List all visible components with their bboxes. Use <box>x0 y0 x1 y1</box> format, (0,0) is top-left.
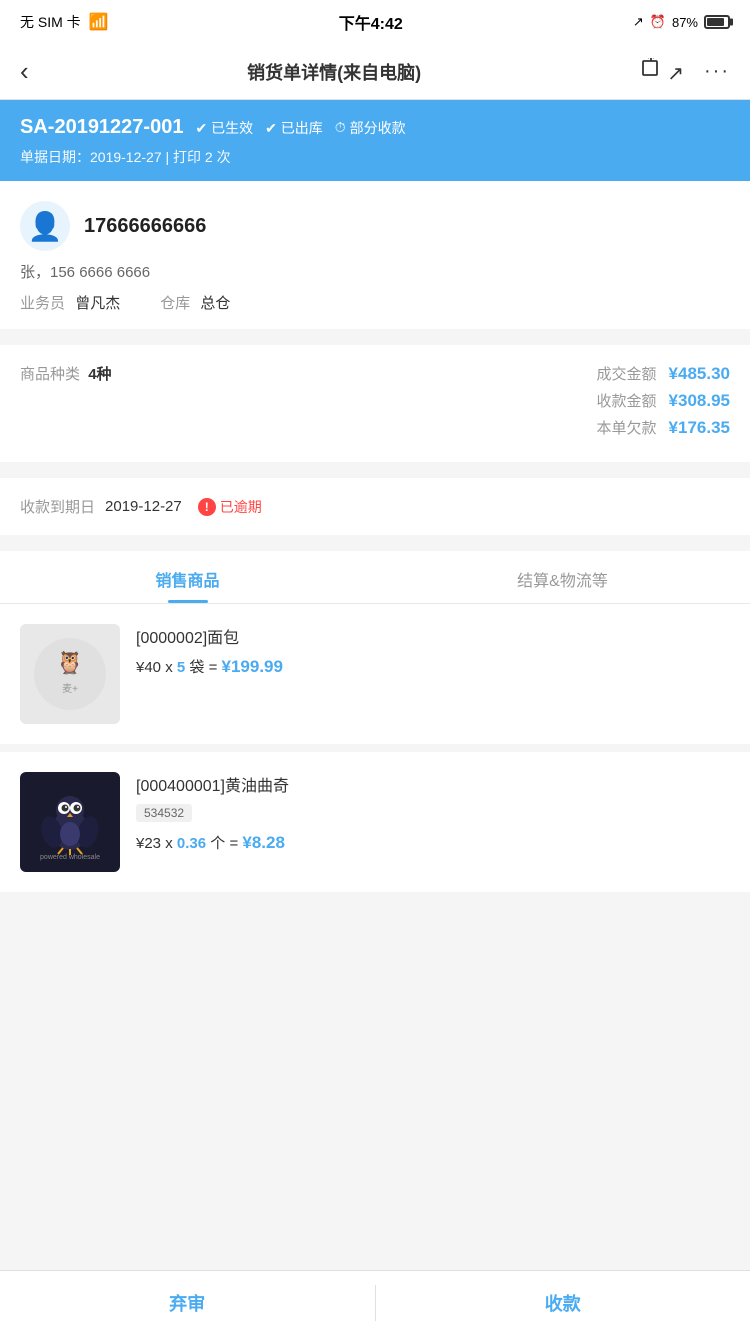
tab-sales-products[interactable]: 销售商品 <box>0 551 375 603</box>
product-price-1: ¥40 x 5 袋 = ¥199.99 <box>136 656 730 677</box>
product-image-1: 🦉 麦+ <box>20 624 120 724</box>
divider-3 <box>0 543 750 551</box>
product-info-2: [000400001]黄油曲奇 534532 ¥23 x 0.36 个 = ¥8… <box>136 772 730 853</box>
product-total-2: ¥8.28 <box>242 833 285 852</box>
salesman-info: 业务员 曾凡杰 <box>20 292 120 313</box>
product-price-2: ¥23 x 0.36 个 = ¥8.28 <box>136 832 730 853</box>
product-tag-2: 534532 <box>136 804 192 822</box>
status-right: ↗ ⏰ 87% <box>633 14 730 30</box>
due-section: 收款到期日 2019-12-27 ! 已逾期 <box>0 478 750 535</box>
order-id: SA-20191227-001 <box>20 116 183 139</box>
battery-icon <box>704 15 730 29</box>
nav-actions: ↗ ··· <box>640 58 730 86</box>
product-image-2: powered wholesale <box>20 772 120 872</box>
salesman-value: 曾凡杰 <box>75 295 120 312</box>
due-value: 2019-12-27 <box>105 498 182 515</box>
badge-partial-payment: ⏱ 部分收款 <box>335 118 406 138</box>
divider-1 <box>0 337 750 345</box>
more-button[interactable]: ··· <box>704 60 730 83</box>
deal-amount-label: 成交金额 <box>597 363 657 384</box>
product-qty-2: 0.36 <box>177 835 206 852</box>
deal-amount-value: ¥485.30 <box>669 364 730 384</box>
location-icon: ↗ <box>633 14 644 30</box>
collected-label: 收款金额 <box>597 390 657 411</box>
carrier-text: 无 SIM 卡 <box>20 12 81 32</box>
bottom-bar: 弃审 收款 <box>0 1270 750 1334</box>
nav-bar: ‹ 销货单详情(来自电脑) ↗ ··· <box>0 44 750 100</box>
product-count-value: 4种 <box>88 366 111 383</box>
status-bar: 无 SIM 卡 📶 下午4:42 ↗ ⏰ 87% <box>0 0 750 44</box>
alarm-icon: ⏰ <box>650 14 666 30</box>
deal-amount-row: 成交金额 ¥485.30 <box>597 363 730 384</box>
battery-percent: 87% <box>672 15 698 30</box>
order-meta: 单据日期：2019-12-27 | 打印 2 次 <box>20 147 730 167</box>
collect-button[interactable]: 收款 <box>376 1271 750 1334</box>
collected-value: ¥308.95 <box>669 391 730 411</box>
wifi-icon: 📶 <box>89 12 109 32</box>
summary-right: 成交金额 ¥485.30 收款金额 ¥308.95 本单欠款 ¥176.35 <box>597 363 730 444</box>
share-button[interactable]: ↗ <box>640 58 684 86</box>
order-print: 打印 2 次 <box>173 149 231 165</box>
product-name-1: [0000002]面包 <box>136 624 730 648</box>
status-time: 下午4:42 <box>339 10 403 34</box>
due-label: 收款到期日 <box>20 496 95 517</box>
order-date: 单据日期：2019-12-27 <box>20 149 162 165</box>
warehouse-label: 仓库 <box>160 295 190 312</box>
salesman-label: 业务员 <box>20 295 65 312</box>
summary-section: 商品种类 4种 成交金额 ¥485.30 收款金额 ¥308.95 本单欠款 ¥… <box>0 345 750 462</box>
overdue-badge: ! 已逾期 <box>198 497 262 517</box>
customer-detail: 张，156 6666 6666 <box>20 261 730 282</box>
product-total-1: ¥199.99 <box>222 657 283 676</box>
cancel-button[interactable]: 弃审 <box>0 1271 375 1334</box>
overdue-text: 已逾期 <box>220 497 262 517</box>
page-title: 销货单详情(来自电脑) <box>247 59 421 85</box>
product-qty-1: 5 <box>177 659 185 676</box>
order-header: SA-20191227-001 ✔ 已生效 ✔ 已出库 ⏱ 部分收款 单据日期：… <box>0 100 750 181</box>
tabs-container: 销售商品 结算&物流等 <box>0 551 750 604</box>
back-button[interactable]: ‹ <box>20 56 29 87</box>
svg-text:powered wholesale: powered wholesale <box>40 854 100 861</box>
clock-icon: ⏱ <box>335 119 346 136</box>
warehouse-info: 仓库 总仓 <box>160 292 230 313</box>
product-count-label: 商品种类 <box>20 366 80 383</box>
overdue-icon: ! <box>198 498 216 516</box>
badge-shipped: ✔ 已出库 <box>265 118 323 138</box>
divider-2 <box>0 470 750 478</box>
collected-amount-row: 收款金额 ¥308.95 <box>597 390 730 411</box>
product-item-2: powered wholesale [000400001]黄油曲奇 534532… <box>0 752 750 892</box>
tab-settlement[interactable]: 结算&物流等 <box>375 551 750 603</box>
product-item-1: 🦉 麦+ [0000002]面包 ¥40 x 5 袋 = ¥199.99 <box>0 604 750 744</box>
products-list: 🦉 麦+ [0000002]面包 ¥40 x 5 袋 = ¥199.99 <box>0 604 750 980</box>
customer-id: 17666666666 <box>84 215 206 238</box>
customer-section: 👤 17666666666 张，156 6666 6666 业务员 曾凡杰 仓库… <box>0 181 750 329</box>
badge-effective: ✔ 已生效 <box>195 118 253 138</box>
debt-value: ¥176.35 <box>669 418 730 438</box>
svg-text:麦+: 麦+ <box>62 683 78 695</box>
summary-left: 商品种类 4种 <box>20 363 112 384</box>
debt-row: 本单欠款 ¥176.35 <box>597 417 730 438</box>
customer-row: 👤 17666666666 <box>20 201 730 251</box>
product-name-2: [000400001]黄油曲奇 <box>136 772 730 796</box>
svg-text:🦉: 🦉 <box>56 650 83 675</box>
customer-info-row: 业务员 曾凡杰 仓库 总仓 <box>20 292 730 313</box>
avatar: 👤 <box>20 201 70 251</box>
summary-grid: 商品种类 4种 成交金额 ¥485.30 收款金额 ¥308.95 本单欠款 ¥… <box>20 363 730 444</box>
product-info-1: [0000002]面包 ¥40 x 5 袋 = ¥199.99 <box>136 624 730 677</box>
warehouse-value: 总仓 <box>200 295 230 312</box>
status-left: 无 SIM 卡 📶 <box>20 12 109 32</box>
debt-label: 本单欠款 <box>597 417 657 438</box>
avatar-icon: 👤 <box>28 210 63 243</box>
